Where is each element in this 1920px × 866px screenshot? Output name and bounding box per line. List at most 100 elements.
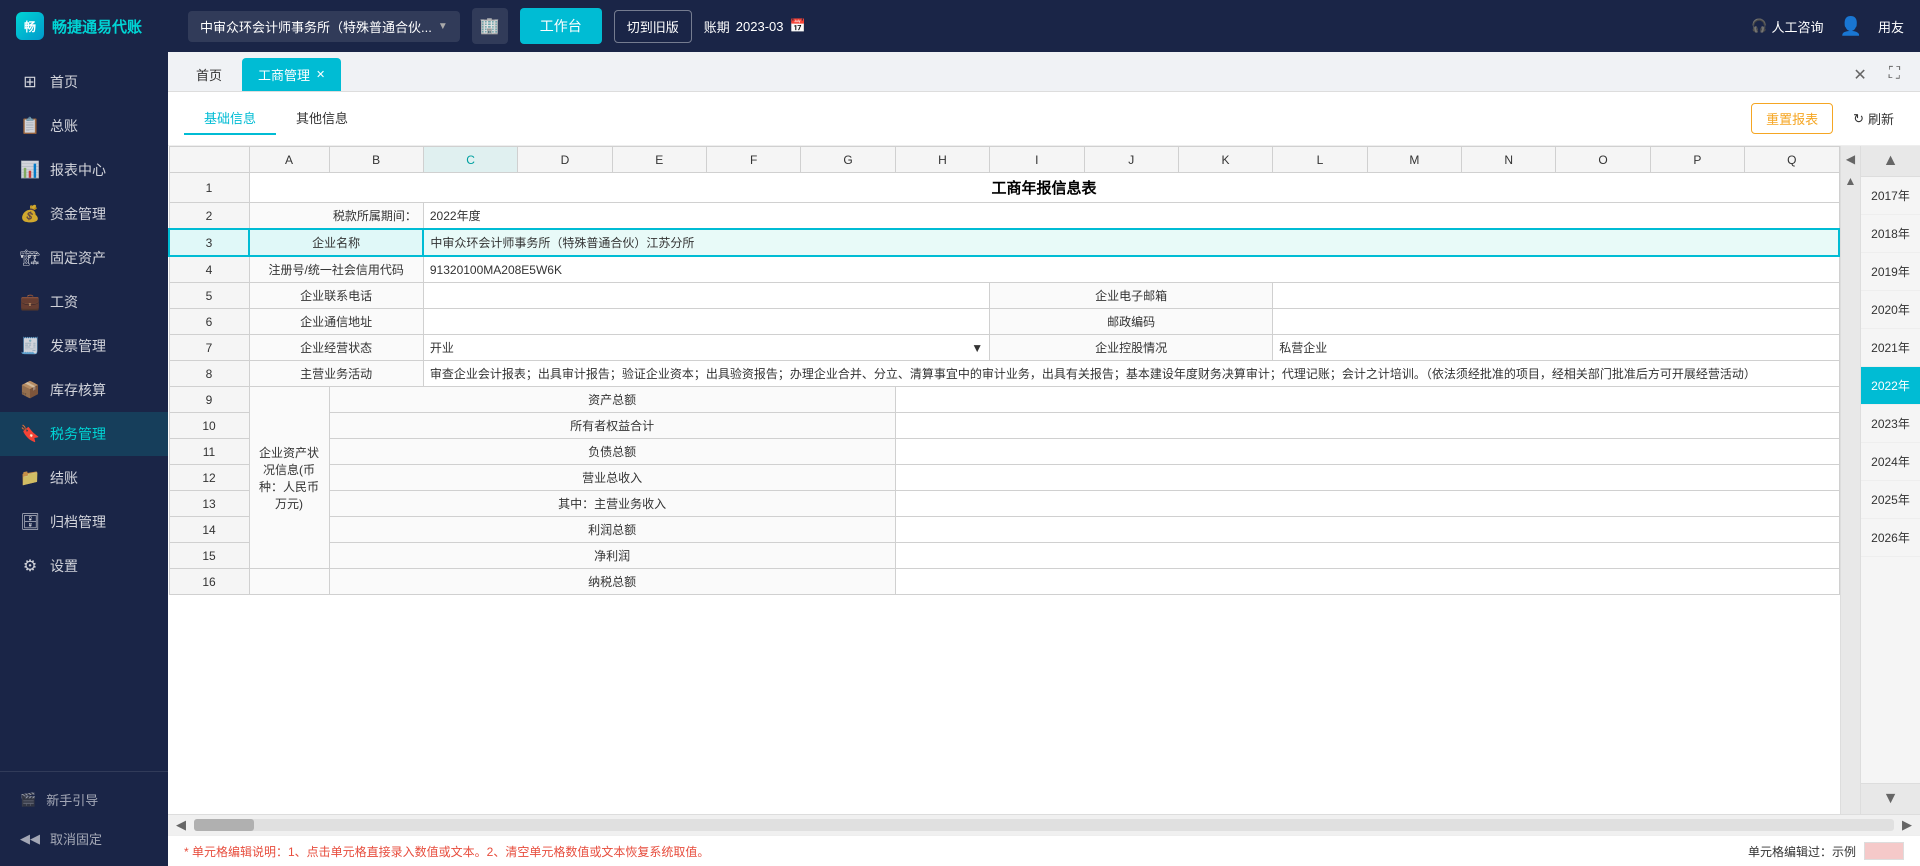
year-item-2023年[interactable]: 2023年	[1861, 405, 1920, 443]
total-revenue-value[interactable]	[895, 465, 1839, 491]
year-item-2025年[interactable]: 2025年	[1861, 481, 1920, 519]
sidebar-item-home[interactable]: ⊞首页	[0, 60, 168, 104]
row-num-16: 16	[169, 569, 249, 595]
col-header-c[interactable]: C	[423, 147, 517, 173]
net-profit-value[interactable]	[895, 543, 1839, 569]
tab-expand-btn[interactable]: ⛶	[1881, 61, 1908, 89]
year-item-2021年[interactable]: 2021年	[1861, 329, 1920, 367]
reg-code-value[interactable]: 91320100MA208E5W6K	[423, 256, 1839, 283]
service-label: 人工咨询	[1772, 17, 1824, 36]
sidebar-item-unpin[interactable]: ◀◀ 取消固定	[0, 819, 168, 858]
col-header-d[interactable]: D	[518, 147, 612, 173]
workbench-button[interactable]: 工作台	[520, 8, 602, 44]
year-nav-down-button[interactable]: ▼	[1861, 783, 1920, 814]
inventory-icon: 📦	[20, 380, 40, 400]
year-item-2024年[interactable]: 2024年	[1861, 443, 1920, 481]
col-header-row	[169, 147, 249, 173]
holding-label: 企业控股情况	[990, 335, 1273, 361]
period-info: 账期 2023-03 📅	[704, 17, 806, 36]
sidebar-item-inventory[interactable]: 📦库存核算	[0, 368, 168, 412]
sidebar: ⊞首页📋总账📊报表中心💰资金管理🏗固定资产💼工资🧾发票管理📦库存核算🔖税务管理📁…	[0, 52, 168, 866]
total-debt-value[interactable]	[895, 439, 1839, 465]
period-value-cell[interactable]: 2022年度	[423, 203, 1839, 230]
sidebar-label-assets: 固定资产	[50, 248, 106, 268]
year-nav-up-button[interactable]: ▲	[1861, 146, 1920, 177]
sidebar-item-guide[interactable]: 🎬 新手引导	[0, 780, 168, 819]
headset-icon: 🎧	[1751, 18, 1767, 34]
year-item-2020年[interactable]: 2020年	[1861, 291, 1920, 329]
year-item-2019年[interactable]: 2019年	[1861, 253, 1920, 291]
phone-value[interactable]	[423, 283, 989, 309]
col-header-e[interactable]: E	[612, 147, 706, 173]
year-item-2017年[interactable]: 2017年	[1861, 177, 1920, 215]
col-header-k[interactable]: K	[1178, 147, 1272, 173]
col-header-o[interactable]: O	[1556, 147, 1650, 173]
old-version-button[interactable]: 切到旧版	[614, 10, 692, 43]
panel-collapse-icon[interactable]: ◀	[1844, 150, 1857, 168]
tab-commerce[interactable]: 工商管理 ✕	[242, 58, 341, 91]
sidebar-bottom: 🎬 新手引导 ◀◀ 取消固定	[0, 771, 168, 866]
col-header-q[interactable]: Q	[1745, 147, 1839, 173]
company-selector[interactable]: 中审众环会计师事务所（特殊普通合伙... ▼	[188, 11, 460, 42]
hscroll-left-arrow[interactable]: ◀	[172, 817, 190, 833]
sidebar-item-closing[interactable]: 📁结账	[0, 456, 168, 500]
year-item-2022年[interactable]: 2022年	[1861, 367, 1920, 405]
holding-value[interactable]: 私营企业	[1273, 335, 1839, 361]
col-header-m[interactable]: M	[1367, 147, 1461, 173]
tab-close-icon[interactable]: ✕	[316, 68, 325, 81]
equity-value[interactable]	[895, 413, 1839, 439]
company-icon-btn[interactable]: 🏢	[472, 8, 508, 44]
col-header-i[interactable]: I	[990, 147, 1084, 173]
address-value[interactable]	[423, 309, 989, 335]
postcode-value[interactable]	[1273, 309, 1839, 335]
panel-up-icon[interactable]: ▲	[1843, 172, 1859, 190]
biz-status-value[interactable]: 开业 ▼	[423, 335, 989, 361]
sidebar-item-invoices[interactable]: 🧾发票管理	[0, 324, 168, 368]
sidebar-item-tax[interactable]: 🔖税务管理	[0, 412, 168, 456]
title-cell[interactable]: 工商年报信息表	[249, 173, 1839, 203]
col-header-b[interactable]: B	[329, 147, 423, 173]
hscroll-right-arrow[interactable]: ▶	[1898, 817, 1916, 833]
calendar-icon[interactable]: 📅	[790, 18, 806, 34]
col-header-j[interactable]: J	[1084, 147, 1178, 173]
sidebar-item-reports[interactable]: 📊报表中心	[0, 148, 168, 192]
total-revenue-label: 营业总收入	[329, 465, 895, 491]
col-header-l[interactable]: L	[1273, 147, 1367, 173]
refresh-button[interactable]: ↻ 刷新	[1843, 104, 1904, 133]
col-header-h[interactable]: H	[895, 147, 989, 173]
sidebar-item-wages[interactable]: 💼工资	[0, 280, 168, 324]
col-header-f[interactable]: F	[707, 147, 801, 173]
sidebar-item-settings[interactable]: ⚙设置	[0, 544, 168, 588]
total-assets-value[interactable]	[895, 387, 1839, 413]
sidebar-item-funds[interactable]: 💰资金管理	[0, 192, 168, 236]
year-item-2018年[interactable]: 2018年	[1861, 215, 1920, 253]
sidebar-item-archive[interactable]: 🗄归档管理	[0, 500, 168, 544]
main-revenue-value[interactable]	[895, 491, 1839, 517]
topbar-right: 🎧 人工咨询 👤 用友	[1751, 16, 1904, 37]
hscroll-thumb[interactable]	[194, 819, 254, 831]
tab-home[interactable]: 首页	[180, 58, 238, 91]
table-row: 3 企业名称 中审众环会计师事务所（特殊普通合伙）江苏分所	[169, 229, 1839, 256]
sidebar-item-assets[interactable]: 🏗固定资产	[0, 236, 168, 280]
company-name-label-cell: 企业名称	[249, 229, 423, 256]
tab-close-btn[interactable]: ✕	[1845, 61, 1874, 89]
tab-other-info[interactable]: 其他信息	[276, 102, 368, 135]
settings-icon: ⚙	[20, 556, 40, 576]
company-name-value-cell[interactable]: 中审众环会计师事务所（特殊普通合伙）江苏分所	[423, 229, 1839, 256]
reset-report-button[interactable]: 重置报表	[1751, 103, 1833, 134]
col-header-p[interactable]: P	[1650, 147, 1744, 173]
sidebar-item-ledger[interactable]: 📋总账	[0, 104, 168, 148]
email-value[interactable]	[1273, 283, 1839, 309]
table-row: 5 企业联系电话 企业电子邮箱	[169, 283, 1839, 309]
spreadsheet-wrapper[interactable]: A B C D E F G H I J K L	[168, 146, 1840, 814]
main-biz-value[interactable]: 审查企业会计报表；出具审计报告；验证企业资本；出具验资报告；办理企业合并、分立、…	[423, 361, 1839, 387]
total-tax-value[interactable]	[895, 569, 1839, 595]
total-profit-value[interactable]	[895, 517, 1839, 543]
col-header-a[interactable]: A	[249, 147, 329, 173]
service-btn[interactable]: 🎧 人工咨询	[1751, 17, 1823, 36]
year-sidebar: ▲ 2017年2018年2019年2020年2021年2022年2023年202…	[1860, 146, 1920, 814]
col-header-g[interactable]: G	[801, 147, 895, 173]
tab-basic-info[interactable]: 基础信息	[184, 102, 276, 135]
col-header-n[interactable]: N	[1462, 147, 1556, 173]
year-item-2026年[interactable]: 2026年	[1861, 519, 1920, 557]
